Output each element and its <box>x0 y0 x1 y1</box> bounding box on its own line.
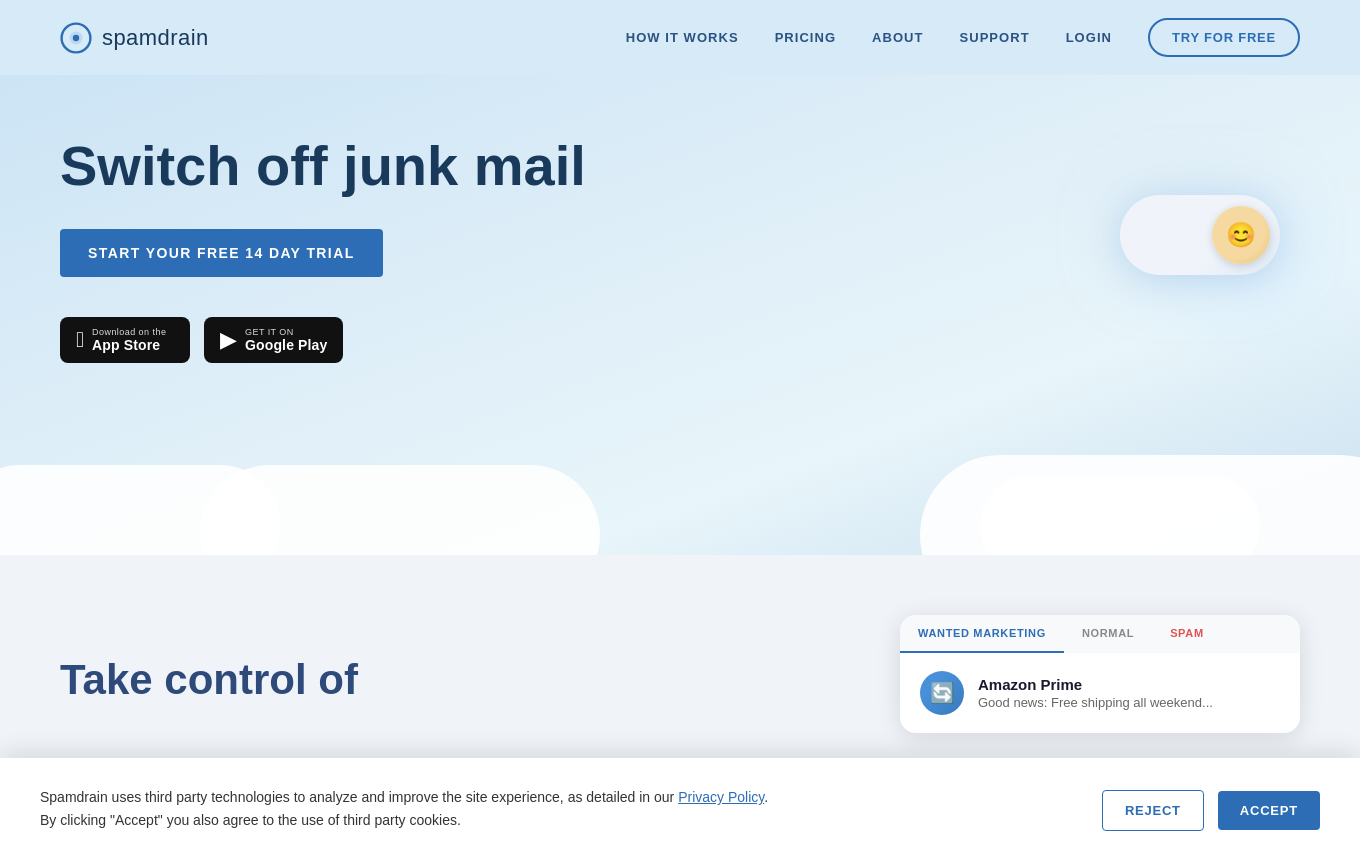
cookie-actions: REJECT ACCEPT <box>1102 790 1320 793</box>
cloud-1 <box>0 465 280 555</box>
app-store-main: App Store <box>92 337 166 353</box>
email-list-item: 🔄 Amazon Prime Good news: Free shipping … <box>900 653 1300 733</box>
hero-section: 😊 Switch off junk mail START YOUR FREE 1… <box>0 75 1360 555</box>
logo-link[interactable]: spamdrain <box>60 22 209 54</box>
features-text: Take control of <box>60 615 860 705</box>
svg-point-2 <box>73 34 79 40</box>
toggle-emoji: 😊 <box>1226 221 1256 249</box>
cloud-4 <box>920 455 1360 555</box>
cookie-reject-button[interactable]: REJECT <box>1102 790 1204 793</box>
app-store-badge[interactable]:  Download on the App Store <box>60 317 190 363</box>
app-store-sub: Download on the <box>92 327 166 337</box>
nav-support[interactable]: SUPPORT <box>960 30 1030 45</box>
store-badges:  Download on the App Store ▶ GET IT ON … <box>60 317 660 363</box>
toggle-switch: 😊 <box>1120 195 1280 275</box>
cookie-banner: Spamdrain uses third party technologies … <box>0 758 1360 793</box>
nav-about[interactable]: ABOUT <box>872 30 923 45</box>
nav-try-free-button[interactable]: TRY FOR FREE <box>1148 18 1300 57</box>
google-play-badge[interactable]: ▶ GET IT ON Google Play <box>204 317 343 363</box>
tab-normal[interactable]: NORMAL <box>1064 615 1152 653</box>
email-card: WANTED MARKETING NORMAL SPAM 🔄 Amazon Pr… <box>900 615 1300 733</box>
logo-text: spamdrain <box>102 25 209 51</box>
email-sender-name: Amazon Prime <box>978 676 1213 693</box>
hero-title: Switch off junk mail <box>60 135 660 197</box>
nav-pricing[interactable]: PRICING <box>775 30 836 45</box>
google-play-main: Google Play <box>245 337 327 353</box>
cloud-3 <box>980 475 1260 555</box>
cloud-2 <box>200 465 600 555</box>
nav-how-it-works[interactable]: HOW IT WORKS <box>626 30 739 45</box>
email-tabs: WANTED MARKETING NORMAL SPAM <box>900 615 1300 653</box>
cookie-accept-button[interactable]: ACCEPT <box>1218 791 1320 793</box>
nav-links: HOW IT WORKS PRICING ABOUT SUPPORT LOGIN… <box>626 18 1300 57</box>
cookie-text: Spamdrain uses third party technologies … <box>40 786 780 793</box>
google-play-sub: GET IT ON <box>245 327 327 337</box>
navbar: spamdrain HOW IT WORKS PRICING ABOUT SUP… <box>0 0 1360 75</box>
privacy-policy-link[interactable]: Privacy Policy <box>678 789 764 793</box>
tab-spam[interactable]: SPAM <box>1152 615 1222 653</box>
hero-content: Switch off junk mail START YOUR FREE 14 … <box>60 135 660 363</box>
hero-cta-button[interactable]: START YOUR FREE 14 DAY TRIAL <box>60 229 383 277</box>
tab-wanted-marketing[interactable]: WANTED MARKETING <box>900 615 1064 653</box>
play-icon: ▶ <box>220 329 237 351</box>
apple-icon:  <box>76 329 84 351</box>
email-item-body: Amazon Prime Good news: Free shipping al… <box>978 676 1213 710</box>
nav-login[interactable]: LOGIN <box>1066 30 1112 45</box>
email-sender-icon: 🔄 <box>920 671 964 715</box>
toggle-thumb: 😊 <box>1212 206 1270 264</box>
email-preview-text: Good news: Free shipping all weekend... <box>978 695 1213 710</box>
logo-icon <box>60 22 92 54</box>
app-store-text: Download on the App Store <box>92 327 166 353</box>
toggle-decoration: 😊 <box>1120 195 1280 275</box>
google-play-text: GET IT ON Google Play <box>245 327 327 353</box>
features-title: Take control of <box>60 655 860 705</box>
